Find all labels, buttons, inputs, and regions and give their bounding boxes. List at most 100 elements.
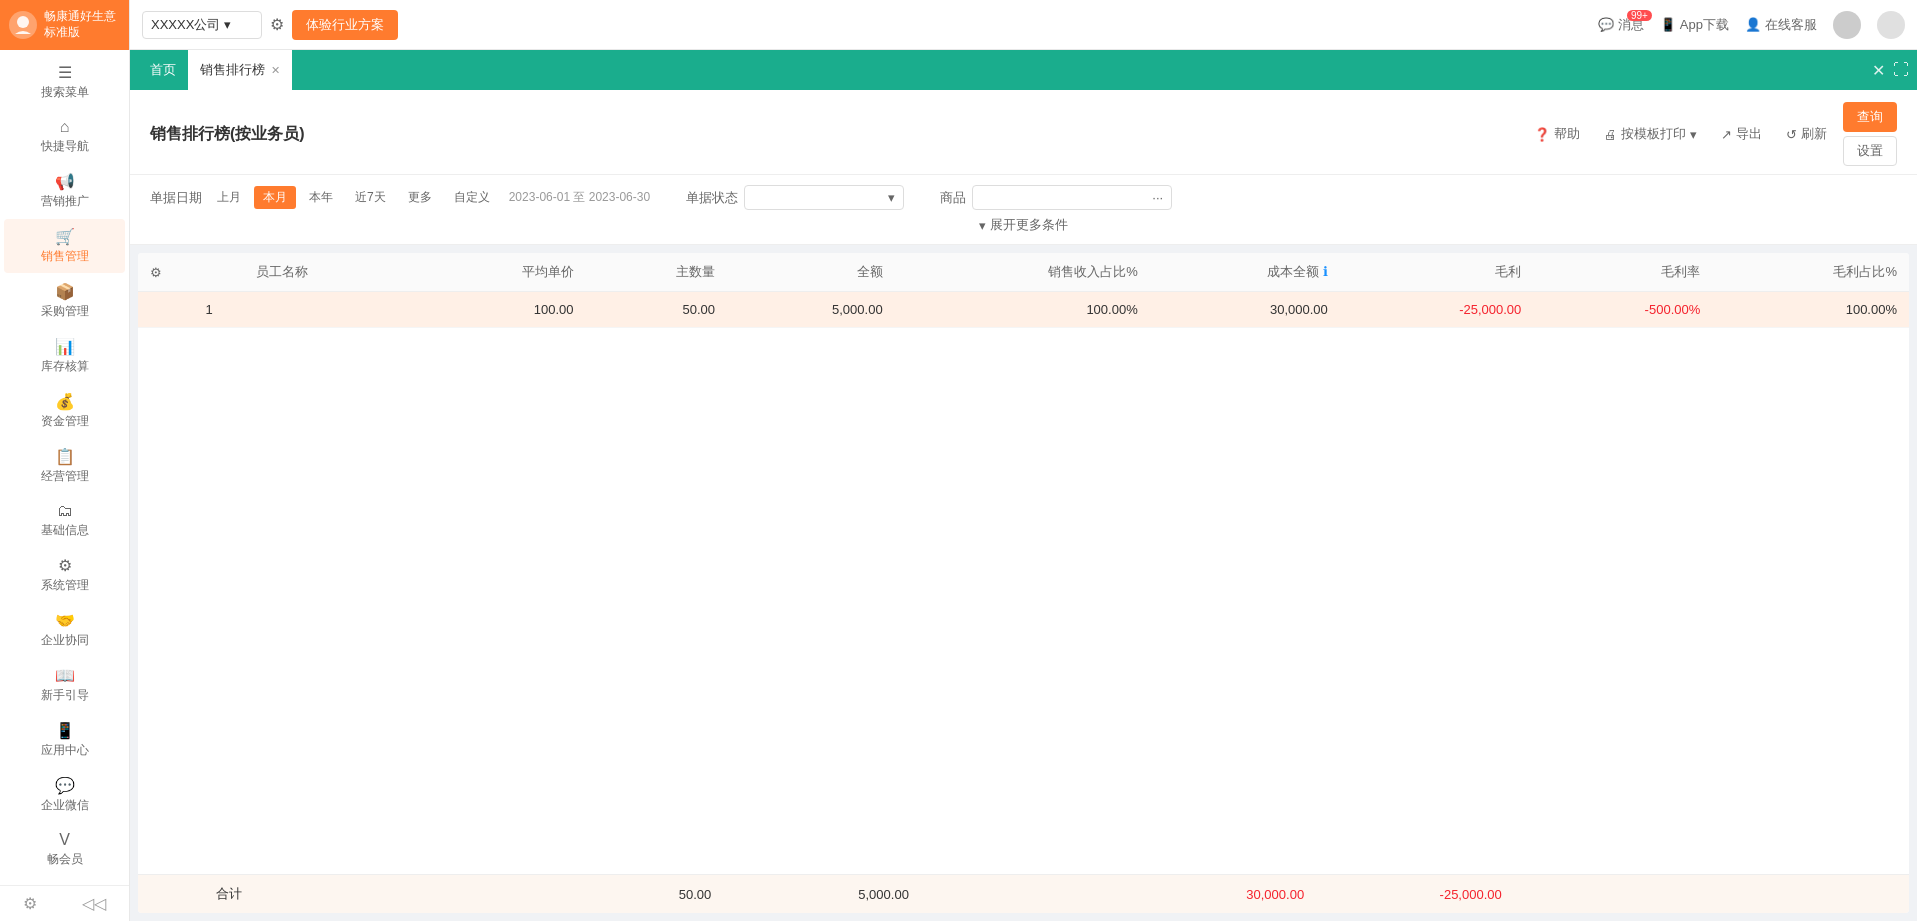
trial-btn[interactable]: 体验行业方案 xyxy=(292,10,398,40)
sidebar-item-库存核算[interactable]: 📊库存核算 xyxy=(4,329,125,383)
avatar2[interactable] xyxy=(1877,11,1905,39)
date-tab-custom[interactable]: 自定义 xyxy=(445,186,499,209)
tabbar-right: ✕ ⛶ xyxy=(1872,61,1909,80)
th-amount: 全额 xyxy=(727,253,895,292)
online-service-btn[interactable]: 👤 在线客服 xyxy=(1745,16,1817,34)
nav-icon: 💬 xyxy=(55,776,75,795)
print-btn[interactable]: 🖨 按模板打印 ▾ xyxy=(1596,121,1705,147)
tab-home[interactable]: 首页 xyxy=(138,54,188,86)
nav-icon: 📋 xyxy=(55,447,75,466)
nav-label: 畅会员 xyxy=(47,851,83,868)
refresh-btn[interactable]: ↺ 刷新 xyxy=(1778,121,1835,147)
app-download-btn[interactable]: 📱 App下载 xyxy=(1660,16,1729,34)
cost-info-icon[interactable]: ℹ xyxy=(1323,264,1328,279)
help-icon: ❓ xyxy=(1534,127,1550,142)
sidebar-item-畅会员[interactable]: V 畅会员 xyxy=(4,823,125,876)
chevron-down-icon: ▾ xyxy=(224,17,231,32)
td-settings xyxy=(138,292,174,328)
nav-icon: 🛒 xyxy=(55,227,75,246)
print-label: 按模板打印 xyxy=(1621,125,1686,143)
filter-row: 单据日期 上月 本月 本年 近7天 更多 自定义 2023-06-01 至 20… xyxy=(150,185,1897,210)
fullscreen-icon[interactable]: ⛶ xyxy=(1893,61,1909,79)
date-tabs: 上月 本月 本年 近7天 更多 自定义 xyxy=(208,186,499,209)
td-rank: 1 xyxy=(174,292,244,328)
sidebar-item-快捷导航[interactable]: ⌂快捷导航 xyxy=(4,110,125,163)
goods-label: 商品 xyxy=(940,189,966,207)
close-window-icon[interactable]: ✕ xyxy=(1872,61,1885,80)
table-footer: 合计 50.00 5,000.00 30,000.00 -25,000.00 xyxy=(138,874,1909,913)
date-tab-7days[interactable]: 近7天 xyxy=(346,186,395,209)
topbar-gear-icon[interactable]: ⚙ xyxy=(270,15,284,34)
th-cost: 成本全额 ℹ xyxy=(1150,253,1340,292)
date-range: 2023-06-01 至 2023-06-30 xyxy=(509,189,650,206)
th-profit-rate: 毛利率 xyxy=(1533,253,1712,292)
help-label: 帮助 xyxy=(1554,125,1580,143)
goods-dots-icon: ··· xyxy=(1152,190,1163,205)
nav-icon: V xyxy=(59,831,70,849)
avatar[interactable] xyxy=(1833,11,1861,39)
main-area: XXXXX公司 ▾ ⚙ 体验行业方案 💬 消息 99+ 📱 App下载 👤 在线… xyxy=(130,0,1917,921)
nav-label: 快捷导航 xyxy=(41,138,89,155)
table-row: 1 100.00 50.00 5,000.00 100.00% 30,000.0… xyxy=(138,292,1909,328)
date-tab-this-month[interactable]: 本月 xyxy=(254,186,296,209)
sidebar-item-企业微信[interactable]: 💬企业微信 xyxy=(4,768,125,822)
goods-select[interactable]: ··· xyxy=(972,185,1172,210)
help-btn[interactable]: ❓ 帮助 xyxy=(1526,121,1588,147)
tab-sales-ranking[interactable]: 销售排行榜 ✕ xyxy=(188,50,292,90)
nav-icon: 📢 xyxy=(55,172,75,191)
app-label: App下载 xyxy=(1680,16,1729,34)
query-btn[interactable]: 查询 xyxy=(1843,102,1897,132)
company-selector[interactable]: XXXXX公司 ▾ xyxy=(142,11,262,39)
app-icon: 📱 xyxy=(1660,17,1676,32)
sidebar-item-资金管理[interactable]: 💰 资金管理 xyxy=(4,384,125,438)
nav-label: 经营管理 xyxy=(41,468,89,485)
status-chevron-icon: ▾ xyxy=(888,190,895,205)
date-tab-last-month[interactable]: 上月 xyxy=(208,186,250,209)
date-tab-this-year[interactable]: 本年 xyxy=(300,186,342,209)
td-amount: 5,000.00 xyxy=(727,292,895,328)
tab-sales-ranking-label: 销售排行榜 xyxy=(200,61,265,79)
print-chevron-icon: ▾ xyxy=(1690,127,1697,142)
col-settings-icon[interactable]: ⚙ xyxy=(150,265,162,280)
nav-label: 资金管理 xyxy=(41,413,89,430)
td-name xyxy=(244,292,415,328)
sidebar-item-经营管理[interactable]: 📋 经营管理 xyxy=(4,439,125,493)
collapse-sidebar-icon[interactable]: ◁◁ xyxy=(82,894,106,913)
export-btn[interactable]: ↗ 导出 xyxy=(1713,121,1770,147)
nav-icon: 💰 xyxy=(55,392,75,411)
logo-text: 畅康通好生意 标准版 xyxy=(44,9,116,40)
th-rank xyxy=(174,253,244,292)
sidebar-item-基础信息[interactable]: 🗂基础信息 xyxy=(4,494,125,547)
goods-filter: 商品 ··· xyxy=(940,185,1172,210)
sidebar-item-应用中心[interactable]: 📱应用中心 xyxy=(4,713,125,767)
th-settings: ⚙ xyxy=(138,253,174,292)
settings-bottom-icon[interactable]: ⚙ xyxy=(23,894,37,913)
settings-btn[interactable]: 设置 xyxy=(1843,136,1897,166)
sidebar-item-新手引导[interactable]: 📖新手引导 xyxy=(4,658,125,712)
footer-qty: 50.00 xyxy=(514,887,712,902)
footer-cost: 30,000.00 xyxy=(1107,887,1305,902)
status-select[interactable]: ▾ xyxy=(744,185,904,210)
page-actions: ❓ 帮助 🖨 按模板打印 ▾ ↗ 导出 ↺ 刷新 查询 xyxy=(1526,102,1897,166)
tab-close-icon[interactable]: ✕ xyxy=(271,64,280,77)
query-btn-wrap: 查询 设置 xyxy=(1843,102,1897,166)
sidebar-item-企业协同[interactable]: 🤝企业协同 xyxy=(4,603,125,657)
expand-filter-btn[interactable]: ▾ 展开更多条件 xyxy=(150,210,1897,234)
sidebar-item-销售管理[interactable]: 🛒销售管理 xyxy=(4,219,125,273)
sidebar-item-系统管理[interactable]: ⚙系统管理 xyxy=(4,548,125,602)
content: 销售排行榜(按业务员) ❓ 帮助 🖨 按模板打印 ▾ ↗ 导出 ↺ 刷新 xyxy=(130,90,1917,921)
th-qty: 主数量 xyxy=(586,253,728,292)
messages-btn[interactable]: 💬 消息 99+ xyxy=(1598,16,1644,34)
date-tab-more[interactable]: 更多 xyxy=(399,186,441,209)
sidebar-item-营销推广[interactable]: 📢营销推广 xyxy=(4,164,125,218)
th-profit-pct: 毛利占比% xyxy=(1712,253,1909,292)
sidebar-item-采购管理[interactable]: 📦采购管理 xyxy=(4,274,125,328)
tabbar: 首页 销售排行榜 ✕ ✕ ⛶ xyxy=(130,50,1917,90)
sidebar-item-搜索菜单[interactable]: ☰搜索菜单 xyxy=(4,55,125,109)
svg-point-1 xyxy=(17,16,29,28)
nav-label: 采购管理 xyxy=(41,303,89,320)
tab-home-label: 首页 xyxy=(150,61,176,79)
export-icon: ↗ xyxy=(1721,127,1732,142)
nav-label: 系统管理 xyxy=(41,577,89,594)
logo-icon xyxy=(8,10,38,40)
